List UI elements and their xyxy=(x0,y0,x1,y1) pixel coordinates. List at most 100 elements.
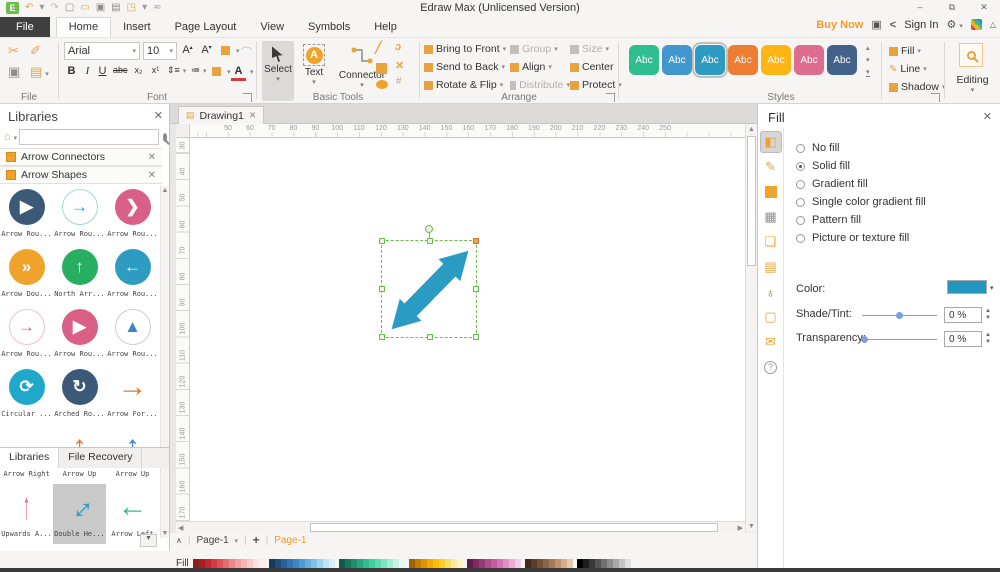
library-shape[interactable]: ←Arrow Rou... xyxy=(106,244,159,304)
double-headed-arrow-shape[interactable] xyxy=(382,241,478,339)
arrange-bring-to-front-button[interactable]: Bring to Front▾ xyxy=(424,40,510,58)
library-shape[interactable]: ↑Upwards A... xyxy=(0,484,53,544)
find-replace-button[interactable] xyxy=(959,43,983,67)
shadow-icon[interactable] xyxy=(760,181,782,203)
page-edit-icon[interactable]: ▢ xyxy=(760,306,782,328)
page-tab-page1[interactable]: Page-1 xyxy=(274,535,306,546)
collapse-pagebar-icon[interactable]: ∧ xyxy=(176,536,182,545)
pencil-tool-icon[interactable]: ✕ xyxy=(395,59,404,72)
arc-tool-icon[interactable]: ↄ xyxy=(394,40,403,53)
library-shape[interactable]: ▶Arrow Rou... xyxy=(0,184,53,244)
menu-tab-insert[interactable]: Insert xyxy=(111,18,163,37)
scroll-right-icon[interactable]: ▶ xyxy=(738,524,743,532)
transparency-slider[interactable] xyxy=(862,339,937,340)
bottom-tab-libraries[interactable]: Libraries xyxy=(0,448,59,468)
hyperlink-icon[interactable]: ♁ xyxy=(760,281,782,303)
bold-button[interactable]: B xyxy=(64,64,79,78)
community-icon[interactable] xyxy=(971,19,982,30)
add-page-button[interactable]: + xyxy=(253,533,260,547)
layers-icon[interactable]: ❏ xyxy=(760,231,782,253)
shade-tint-spinner[interactable]: ▲▼ xyxy=(983,307,993,323)
close-icon[interactable]: ✕ xyxy=(154,109,163,122)
palette-swatch[interactable] xyxy=(515,559,521,569)
transparency-spinner[interactable]: ▲▼ xyxy=(983,331,993,347)
library-shape[interactable]: ▶Arrow Rou... xyxy=(53,304,106,364)
gallery-more-icon[interactable]: ▾ xyxy=(866,68,870,77)
text-arc-button[interactable]: ⌒ xyxy=(239,43,254,61)
style-swatch-6[interactable]: Abc xyxy=(794,45,824,75)
vertical-scrollbar[interactable]: ▲ ▼ xyxy=(745,124,757,532)
arrange-send-to-back-button[interactable]: Send to Back▾ xyxy=(424,58,510,76)
resize-handle-sw[interactable] xyxy=(379,334,385,340)
sign-in-link[interactable]: Sign In xyxy=(904,19,938,31)
gallery-up-icon[interactable]: ▴ xyxy=(866,44,870,52)
palette-swatch[interactable] xyxy=(399,559,405,569)
library-shape[interactable]: ↻Arched Ro... xyxy=(53,364,106,424)
copy-icon[interactable]: ▣ xyxy=(8,64,20,80)
palette-swatch[interactable] xyxy=(567,559,573,569)
resize-handle-w[interactable] xyxy=(379,286,385,292)
resize-handle-e[interactable] xyxy=(473,286,479,292)
bullet-list-button[interactable]: ≔▾ xyxy=(189,64,209,77)
library-shape[interactable]: →Arrow Rou... xyxy=(0,304,53,364)
library-search-input[interactable] xyxy=(19,129,159,145)
help-icon[interactable]: ? xyxy=(760,356,782,378)
fill-option-solid-fill[interactable]: Solid fill xyxy=(796,160,850,172)
library-shape[interactable]: ▲Arrow Rou... xyxy=(106,304,159,364)
horizontal-scrollbar[interactable]: ◀ ▶ xyxy=(176,521,745,533)
menu-tab-file[interactable]: File xyxy=(0,17,50,37)
library-shape[interactable]: ↑North Arr... xyxy=(53,244,106,304)
palette-swatch[interactable] xyxy=(259,559,265,569)
arrange-dialog-launcher[interactable] xyxy=(606,93,615,102)
highlight-color-button[interactable]: ▾ xyxy=(210,64,233,78)
fill-icon[interactable]: ◧ xyxy=(760,131,782,153)
close-button[interactable]: ✕ xyxy=(968,0,1000,15)
hscroll-thumb[interactable] xyxy=(310,523,718,532)
menu-tab-symbols[interactable]: Symbols xyxy=(296,18,362,37)
shade-tint-slider-thumb[interactable] xyxy=(896,312,903,319)
fill-option-pattern-fill[interactable]: Pattern fill xyxy=(796,214,861,226)
library-shape[interactable]: ❯Arrow Rou... xyxy=(106,184,159,244)
selection-box[interactable] xyxy=(381,240,477,338)
rectangle-tool-icon[interactable] xyxy=(376,63,387,74)
resize-handle-se[interactable] xyxy=(473,334,479,340)
scroll-left-icon[interactable]: ◀ xyxy=(178,524,183,532)
menu-tab-page-layout[interactable]: Page Layout xyxy=(163,18,249,37)
library-shape[interactable]: »Arrow Dou... xyxy=(0,244,53,304)
subscript-button[interactable]: x₂ xyxy=(131,64,146,76)
style-swatch-7[interactable]: Abc xyxy=(827,45,857,75)
menu-tab-view[interactable]: View xyxy=(248,18,296,37)
font-family-select[interactable]: Arial ▾ xyxy=(64,42,140,60)
collapse-ribbon-icon[interactable]: △ xyxy=(990,20,996,29)
library-more-button[interactable]: ▼ xyxy=(140,534,157,547)
scroll-down-icon[interactable]: ▼ xyxy=(161,530,169,537)
cut-icon[interactable]: ✂ xyxy=(8,43,19,59)
styles-dialog-launcher[interactable] xyxy=(931,93,940,102)
minimize-button[interactable]: – xyxy=(904,0,936,15)
resize-handle-nw[interactable] xyxy=(379,238,385,244)
library-shape[interactable]: →Arrow Rou... xyxy=(53,184,106,244)
close-icon[interactable]: ✕ xyxy=(249,110,257,121)
transparency-value[interactable]: 0 % xyxy=(944,331,982,347)
paste-icon[interactable]: ▤▾ xyxy=(30,64,49,80)
arrange-center-button[interactable]: Center xyxy=(570,58,622,76)
line-spacing-button[interactable]: ⇕≡▾ xyxy=(165,64,188,77)
palette-swatch[interactable] xyxy=(631,559,637,569)
close-icon[interactable]: ✕ xyxy=(148,152,156,163)
buy-now-link[interactable]: Buy Now xyxy=(816,19,863,31)
comment-icon[interactable]: ✉ xyxy=(760,331,782,353)
picture-icon[interactable]: ▦ xyxy=(760,206,782,228)
library-section-arrow-shapes[interactable]: Arrow Shapes ✕ xyxy=(0,166,162,184)
search-icon[interactable] xyxy=(163,133,167,142)
menu-tab-home[interactable]: Home xyxy=(56,17,111,37)
transparency-slider-thumb[interactable] xyxy=(861,336,868,343)
style-swatch-5[interactable]: Abc xyxy=(761,45,791,75)
library-shape[interactable]: →Arrow For... xyxy=(106,364,159,424)
increase-font-button[interactable]: A▴ xyxy=(180,43,195,57)
menu-tab-help[interactable]: Help xyxy=(362,18,409,37)
shade-tint-value[interactable]: 0 % xyxy=(944,307,982,323)
resize-handle-s[interactable] xyxy=(427,334,433,340)
format-painter-icon[interactable]: ✐ xyxy=(30,43,41,59)
style-swatch-1[interactable]: Abc xyxy=(629,45,659,75)
library-section-arrow-connectors[interactable]: Arrow Connectors ✕ xyxy=(0,148,162,166)
